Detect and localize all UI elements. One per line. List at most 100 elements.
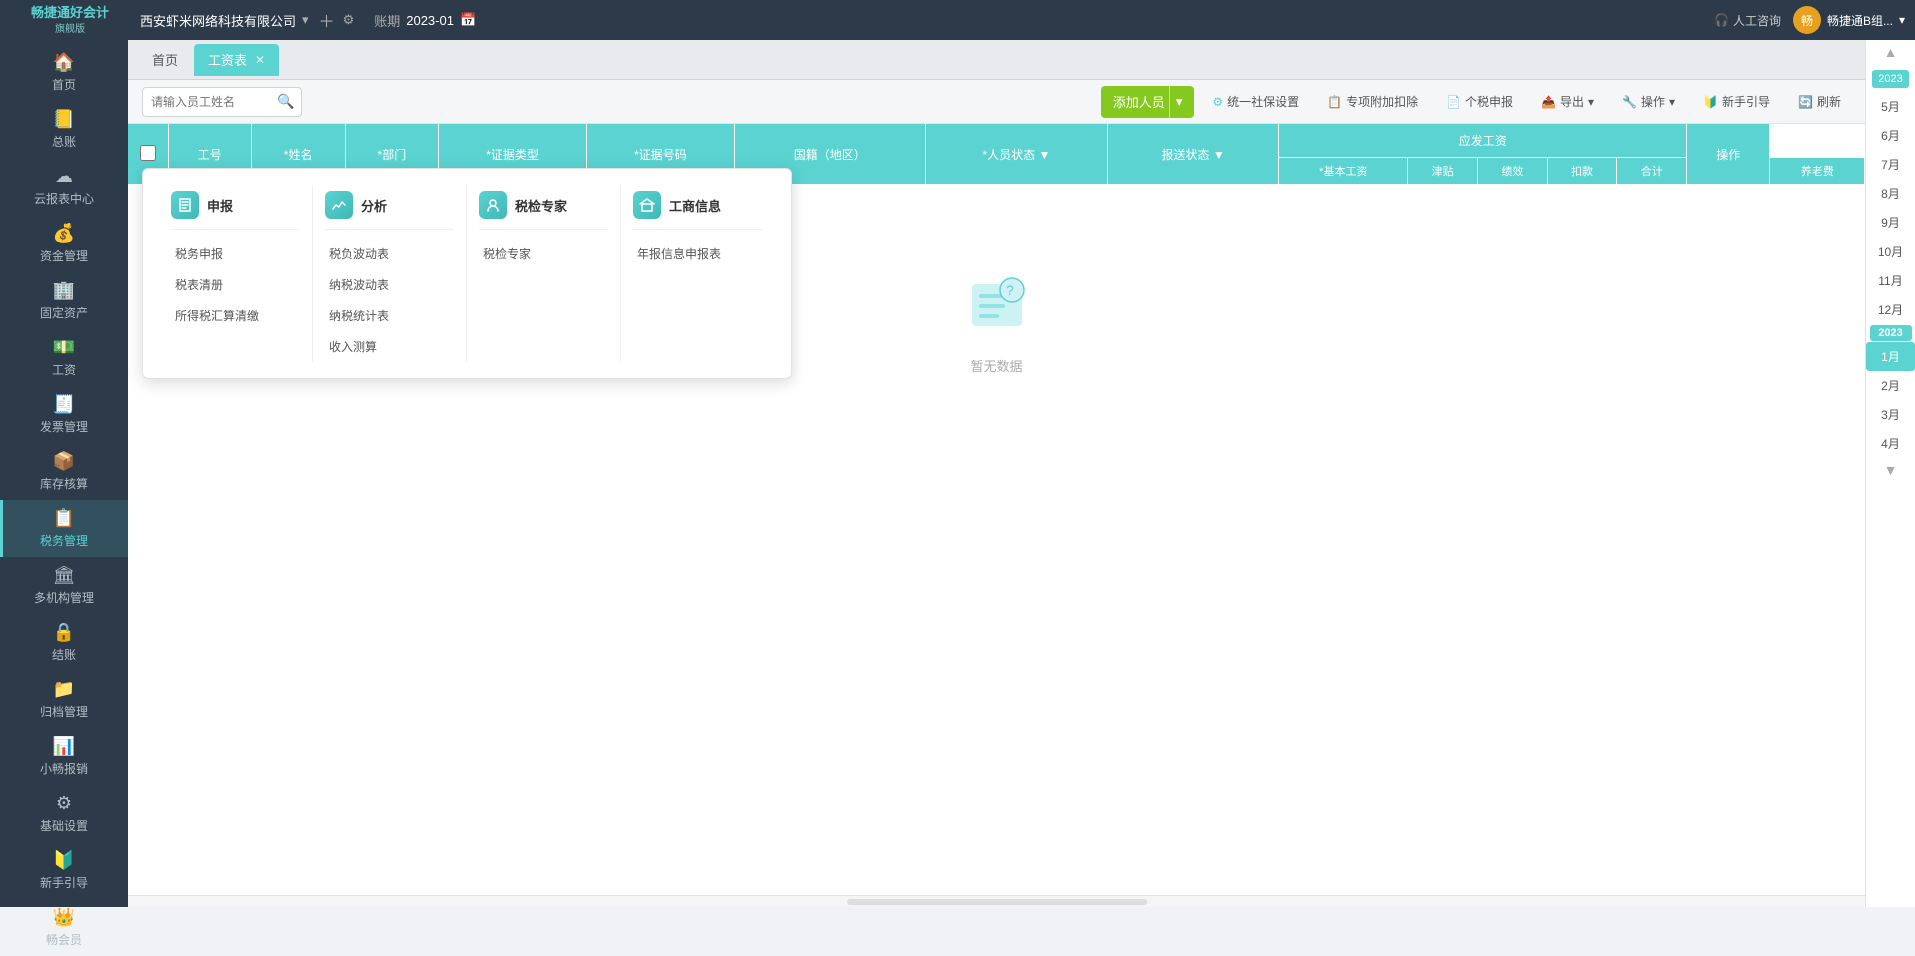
rs-month-4[interactable]: 4月 bbox=[1866, 429, 1915, 458]
select-all-checkbox[interactable] bbox=[140, 145, 156, 161]
menu-item-tax-burden[interactable]: 税负波动表 bbox=[325, 238, 454, 269]
sidebar-item-inventory[interactable]: 📦 库存核算 bbox=[0, 443, 128, 500]
service-button[interactable]: 🎧 人工咨询 bbox=[1714, 12, 1781, 29]
rs-month-2[interactable]: 2月 bbox=[1866, 371, 1915, 400]
operate-button[interactable]: 🔧 操作 ▾ bbox=[1612, 87, 1685, 117]
rs-month-6[interactable]: 6月 bbox=[1866, 121, 1915, 150]
rs-month-9[interactable]: 9月 bbox=[1866, 208, 1915, 237]
section-header-analysis-label: 分析 bbox=[361, 196, 387, 215]
archive-icon: 📁 bbox=[53, 679, 75, 700]
sidebar-item-multi[interactable]: 🏛 多机构管理 bbox=[0, 557, 128, 614]
sidebar-item-ledger[interactable]: 📒 总账 bbox=[0, 101, 128, 158]
report-icon: 📊 bbox=[53, 736, 75, 757]
sidebar-item-salary[interactable]: 💵 工资 bbox=[0, 329, 128, 386]
refresh-label: 刷新 bbox=[1817, 93, 1841, 110]
sidebar-item-assets[interactable]: 🏢 固定资产 bbox=[0, 272, 128, 329]
dropdown-section-expert: 税检专家 税检专家 bbox=[467, 185, 621, 362]
rs-nav-down[interactable]: ▼ bbox=[1880, 458, 1902, 482]
search-wrap[interactable]: 🔍 bbox=[142, 87, 302, 117]
logo-area: 畅捷通好会计 旗舰版 bbox=[10, 5, 130, 36]
rs-month-10[interactable]: 10月 bbox=[1866, 237, 1915, 266]
menu-item-tax-table[interactable]: 税表清册 bbox=[171, 269, 300, 300]
guide-icon: 🔰 bbox=[53, 850, 75, 871]
menu-item-tax-declaration[interactable]: 税务申报 bbox=[171, 238, 300, 269]
calendar-icon[interactable]: 📅 bbox=[460, 12, 476, 28]
new-guide-icon: 🔰 bbox=[1703, 95, 1718, 109]
sidebar-item-home[interactable]: 🏠 首页 bbox=[0, 44, 128, 101]
menu-item-tax-expert[interactable]: 税检专家 bbox=[479, 238, 608, 269]
sidebar-item-cloud[interactable]: ☁ 云报表中心 bbox=[0, 158, 128, 215]
menu-item-tax-payment[interactable]: 纳税波动表 bbox=[325, 269, 454, 300]
sidebar-item-invoice[interactable]: 🧾 发票管理 bbox=[0, 386, 128, 443]
section-header-analysis: 分析 bbox=[325, 185, 454, 230]
rs-nav-up[interactable]: ▲ bbox=[1880, 40, 1902, 64]
sidebar-item-guide[interactable]: 🔰 新手引导 bbox=[0, 842, 128, 899]
col-status[interactable]: *人员状态 ▼ bbox=[925, 124, 1107, 184]
menu-item-income-tax[interactable]: 所得税汇算清缴 bbox=[171, 300, 300, 331]
export-button[interactable]: 📤 导出 ▾ bbox=[1531, 87, 1604, 117]
col-total: 合计 bbox=[1617, 158, 1687, 185]
sidebar-item-report[interactable]: 📊 小畅报销 bbox=[0, 728, 128, 785]
rs-month-11[interactable]: 11月 bbox=[1866, 266, 1915, 295]
menu-item-annual-report[interactable]: 年报信息申报表 bbox=[633, 238, 763, 269]
col-base-salary: *基本工资 bbox=[1279, 158, 1408, 185]
tab-close-icon[interactable]: ✕ bbox=[255, 53, 265, 67]
assets-icon: 🏢 bbox=[53, 280, 75, 301]
col-submit-status[interactable]: 报送状态 ▼ bbox=[1107, 124, 1278, 184]
add-company-icon[interactable]: ＋ bbox=[319, 8, 335, 32]
refresh-button[interactable]: 🔄 刷新 bbox=[1788, 87, 1851, 117]
menu-item-tax-stats[interactable]: 纳税统计表 bbox=[325, 300, 454, 331]
user-area[interactable]: 畅 畅捷通B组... ▾ bbox=[1793, 6, 1905, 34]
cloud-icon: ☁ bbox=[55, 166, 73, 187]
section-header-declaration-label: 申报 bbox=[207, 196, 233, 215]
personal-tax-label: 个税申报 bbox=[1465, 93, 1513, 110]
company-area[interactable]: 西安虾米网络科技有限公司 ▾ ＋ ⚙ bbox=[140, 8, 354, 32]
sidebar-item-funds[interactable]: 💰 资金管理 bbox=[0, 215, 128, 272]
rs-year-2023[interactable]: 2023 bbox=[1870, 325, 1912, 341]
period-value: 2023-01 bbox=[406, 13, 454, 28]
period-label: 账期 bbox=[374, 11, 400, 30]
tab-home[interactable]: 首页 bbox=[138, 44, 192, 76]
rs-month-12[interactable]: 12月 bbox=[1866, 295, 1915, 324]
add-person-button[interactable]: 添加人员 ▾ bbox=[1101, 86, 1195, 118]
declaration-icon bbox=[171, 191, 199, 219]
search-input[interactable] bbox=[151, 95, 271, 109]
rs-month-1[interactable]: 1月 bbox=[1866, 342, 1915, 371]
sidebar-item-vip[interactable]: 👑 畅会员 bbox=[0, 899, 128, 956]
menu-item-income-estimate[interactable]: 收入测算 bbox=[325, 331, 454, 362]
user-dropdown-icon[interactable]: ▾ bbox=[1899, 13, 1905, 27]
header-right: 🎧 人工咨询 畅 畅捷通B组... ▾ bbox=[1714, 6, 1905, 34]
period-area: 账期 2023-01 📅 bbox=[374, 11, 476, 30]
business-icon bbox=[633, 191, 661, 219]
sidebar-item-close[interactable]: 🔒 结账 bbox=[0, 614, 128, 671]
company-dropdown-icon[interactable]: ▾ bbox=[302, 12, 309, 28]
personal-tax-icon: 📄 bbox=[1446, 95, 1461, 109]
tab-salary-table[interactable]: 工资表 ✕ bbox=[194, 44, 279, 76]
rs-month-5[interactable]: 5月 bbox=[1866, 92, 1915, 121]
user-label: 畅捷通B组... bbox=[1827, 12, 1893, 29]
home-icon: 🏠 bbox=[53, 52, 75, 73]
operate-label: 操作 bbox=[1641, 93, 1665, 110]
add-person-dropdown-icon[interactable]: ▾ bbox=[1169, 86, 1183, 118]
rs-year-badge[interactable]: 2023 bbox=[1872, 70, 1908, 88]
content-area: 首页 工资表 ✕ 🔍 添加人员 ▾ ⚙ 统一社保设置 📋 bbox=[128, 40, 1865, 907]
rs-month-7[interactable]: 7月 bbox=[1866, 150, 1915, 179]
sidebar-item-archive[interactable]: 📁 归档管理 bbox=[0, 671, 128, 728]
refresh-icon: 🔄 bbox=[1798, 95, 1813, 109]
personal-tax-button[interactable]: 📄 个税申报 bbox=[1436, 87, 1523, 117]
section-header-expert-label: 税检专家 bbox=[515, 196, 567, 215]
search-icon: 🔍 bbox=[277, 93, 294, 110]
sidebar-item-basic[interactable]: ⚙ 基础设置 bbox=[0, 785, 128, 842]
submit-filter-icon: ▼ bbox=[1213, 148, 1225, 162]
new-guide-button[interactable]: 🔰 新手引导 bbox=[1693, 87, 1780, 117]
rs-month-8[interactable]: 8月 bbox=[1866, 179, 1915, 208]
col-deduction: 扣款 bbox=[1547, 158, 1617, 185]
settings-icon[interactable]: ⚙ bbox=[343, 12, 355, 28]
export-dropdown-icon: ▾ bbox=[1588, 95, 1594, 109]
unified-insurance-button[interactable]: ⚙ 统一社保设置 bbox=[1202, 87, 1309, 117]
sidebar-item-tax[interactable]: 📋 税务管理 bbox=[0, 500, 128, 557]
special-deduction-button[interactable]: 📋 专项附加扣除 bbox=[1317, 87, 1428, 117]
scrollbar-track[interactable] bbox=[847, 899, 1147, 905]
rs-month-3[interactable]: 3月 bbox=[1866, 400, 1915, 429]
vip-icon: 👑 bbox=[53, 907, 75, 928]
